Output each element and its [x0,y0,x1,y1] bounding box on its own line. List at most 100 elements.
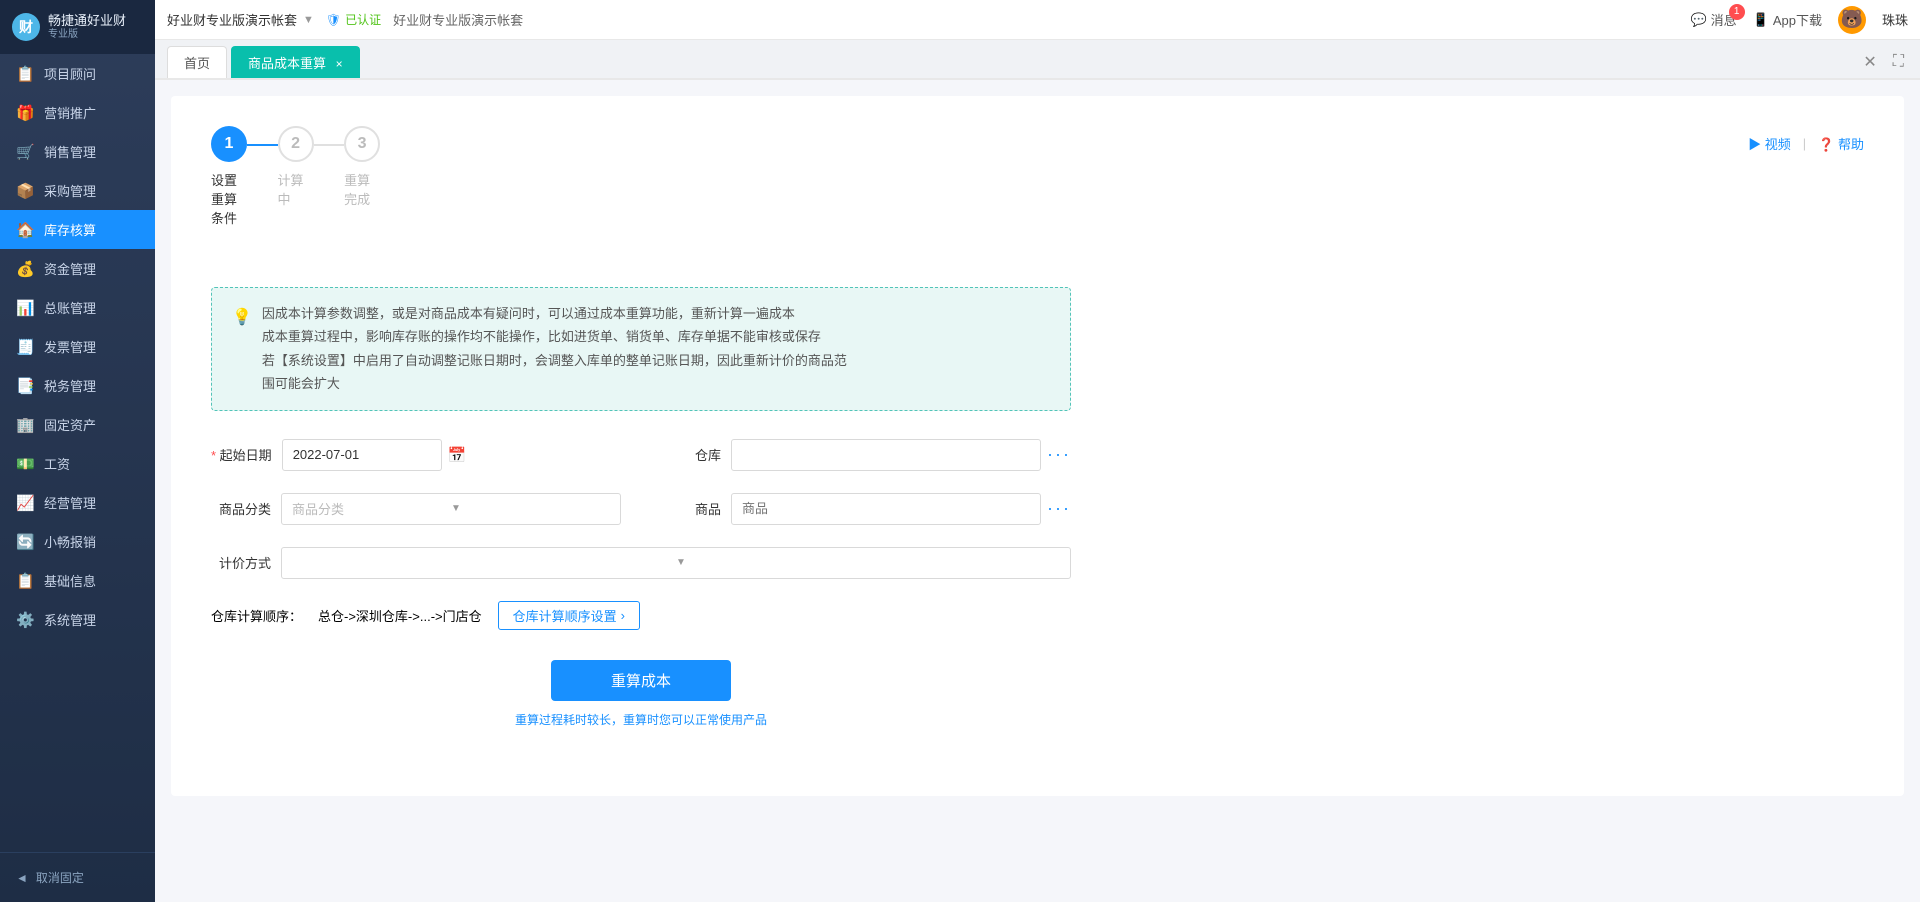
sidebar-item-invoice[interactable]: 🧾发票管理 [0,327,155,366]
tabs-bar: 首页 商品成本重算 × ✕ ⛶ [155,40,1920,80]
form-row-1: 起始日期 📅 仓库 ··· [211,439,1071,471]
stepper-help: ▶ 视频 | ❓ 帮助 [1748,126,1864,153]
sidebar-item-marketing[interactable]: 🎁 营销推广 [0,93,155,132]
accounting-icon: 📊 [16,299,34,317]
message-action[interactable]: 💬 消息 1 [1690,10,1736,29]
arrow-left-icon: ◄ [16,871,28,885]
shield-icon: 🛡 [326,13,341,27]
calendar-icon[interactable]: 📅 [448,446,467,464]
sidebar-item-label-finance: 资金管理 [44,259,96,278]
warehouse-input[interactable] [731,439,1041,471]
category-chevron-icon: ▼ [451,503,610,514]
inventory-icon: 🏠 [16,221,34,239]
message-icon: 💬 [1690,12,1706,28]
start-date-input[interactable] [282,439,442,471]
category-select[interactable]: 商品分类 ▼ [281,493,621,525]
chevron-right-icon: › [621,608,625,623]
warehouse-group: 仓库 ··· [661,439,1071,471]
step-1: 1 设置重算条件 [211,126,247,227]
sidebar-item-label-tax: 税务管理 [44,376,96,395]
form-section: 起始日期 📅 仓库 ··· [211,439,1071,728]
sidebar-item-inventory[interactable]: 🏠库存核算 [0,210,155,249]
close-window-button[interactable]: ✕ [1859,50,1880,74]
step-line-1 [247,144,278,146]
account-selector[interactable]: 好业财专业版演示帐套 ▼ [167,10,314,29]
expense-icon: 🔄 [16,533,34,551]
sidebar-bottom: ◄ 取消固定 [0,852,155,902]
calc-order-settings-button[interactable]: 仓库计算顺序设置 › [498,601,640,630]
step-3-circle: 3 [344,126,380,162]
sidebar-item-salary[interactable]: 💵工资 [0,444,155,483]
recalc-button[interactable]: 重算成本 [551,660,731,701]
step-2-label: 计算中 [278,170,314,208]
finance-icon: 💰 [16,260,34,278]
invoice-icon: 🧾 [16,338,34,356]
step-1-circle: 1 [211,126,247,162]
sidebar-item-project[interactable]: 📋 项目顾问 [0,54,155,93]
sidebar-item-label-project: 项目顾问 [44,64,96,83]
lightbulb-icon: 💡 [232,304,252,396]
purchase-icon: 📦 [16,182,34,200]
sidebar-item-purchase[interactable]: 📦采购管理 [0,171,155,210]
warehouse-label: 仓库 [661,445,721,464]
sidebar-item-label-operation: 经营管理 [44,493,96,512]
content-card: 1 设置重算条件 2 计算中 3 重算完成 ▶ 视频 [171,96,1904,796]
verified-badge: 🛡 已认证 [326,11,381,28]
step-3-label: 重算完成 [344,170,380,208]
video-link[interactable]: ▶ 视频 [1748,134,1791,153]
stepper-section: 1 设置重算条件 2 计算中 3 重算完成 ▶ 视频 [211,126,1864,257]
pricing-select[interactable]: ▼ [281,547,1071,579]
tax-icon: 📑 [16,377,34,395]
product-more-icon[interactable]: ··· [1047,498,1071,519]
sales-icon: 🛒 [16,143,34,161]
app-download-action[interactable]: 📱 App下载 [1753,10,1822,29]
topbar-right: 💬 消息 1 📱 App下载 🐻 珠珠 [1690,6,1908,34]
sidebar-item-sales[interactable]: 🛒 销售管理 [0,132,155,171]
sidebar: 财 畅捷通好业财 专业版 📋 项目顾问 🎁 营销推广 🛒 销售管理 📦采购管理🏠库存核算 💰 资… [0,0,155,902]
stepper: 1 设置重算条件 2 计算中 3 重算完成 [211,126,380,227]
expand-window-button[interactable]: ⛶ [1889,51,1908,73]
sidebar-item-expense[interactable]: 🔄小畅报销 [0,522,155,561]
sidebar-item-accounting[interactable]: 📊 总账管理 [0,288,155,327]
calc-order-label: 仓库计算顺序： [211,606,302,625]
user-avatar[interactable]: 🐻 [1838,6,1866,34]
operation-icon: 📈 [16,494,34,512]
step-1-label: 设置重算条件 [211,170,247,227]
sidebar-logo: 财 畅捷通好业财 专业版 [0,0,155,54]
product-input[interactable] [731,493,1041,525]
category-label: 商品分类 [211,499,271,518]
help-link[interactable]: ❓ 帮助 [1818,134,1864,153]
step-2-circle: 2 [278,126,314,162]
tab-cost-recalc[interactable]: 商品成本重算 × [231,46,360,78]
sidebar-item-tax[interactable]: 📑 税务管理 [0,366,155,405]
category-placeholder: 商品分类 [292,499,451,518]
pricing-label: 计价方式 [211,553,271,572]
sidebar-item-label-basic: 基础信息 [44,571,96,590]
sidebar-unpin[interactable]: ◄ 取消固定 [0,861,155,894]
sidebar-item-basic[interactable]: 📋基础信息 [0,561,155,600]
sidebar-item-operation[interactable]: 📈 经营管理 [0,483,155,522]
sidebar-item-finance[interactable]: 💰 资金管理 [0,249,155,288]
project-icon: 📋 [16,65,34,83]
sidebar-item-system[interactable]: ⚙️系统管理 [0,600,155,639]
message-badge: 1 [1729,4,1745,20]
warehouse-more-icon[interactable]: ··· [1047,444,1071,465]
info-box: 💡 因成本计算参数调整，或是对商品成本有疑问时，可以通过成本重算功能，重新计算一… [211,287,1071,411]
tab-home[interactable]: 首页 [167,46,227,78]
sidebar-item-label-sales: 销售管理 [44,142,96,161]
start-date-input-wrap: 📅 [282,439,621,471]
sidebar-item-label-accounting: 总账管理 [44,298,96,317]
form-row-3: 计价方式 ▼ [211,547,1071,579]
sidebar-nav: 📋 项目顾问 🎁 营销推广 🛒 销售管理 📦采购管理🏠库存核算 💰 资金管理 📊 总账管理 🧾发票管理… [0,54,155,852]
topbar: 好业财专业版演示帐套 ▼ 🛡 已认证 好业财专业版演示帐套 💬 消息 1 📱 A… [155,0,1920,40]
account-name: 好业财专业版演示帐套 [167,10,297,29]
company-name: 好业财专业版演示帐套 [393,10,523,29]
product-label: 商品 [661,499,721,518]
sidebar-item-label-marketing: 营销推广 [44,103,96,122]
marketing-icon: 🎁 [16,104,34,122]
sidebar-item-fixed[interactable]: 🏢固定资产 [0,405,155,444]
chevron-down-icon: ▼ [303,14,314,26]
tab-close-icon[interactable]: × [336,57,343,71]
start-date-group: 起始日期 📅 [211,439,621,471]
product-group: 商品 ··· [661,493,1071,525]
